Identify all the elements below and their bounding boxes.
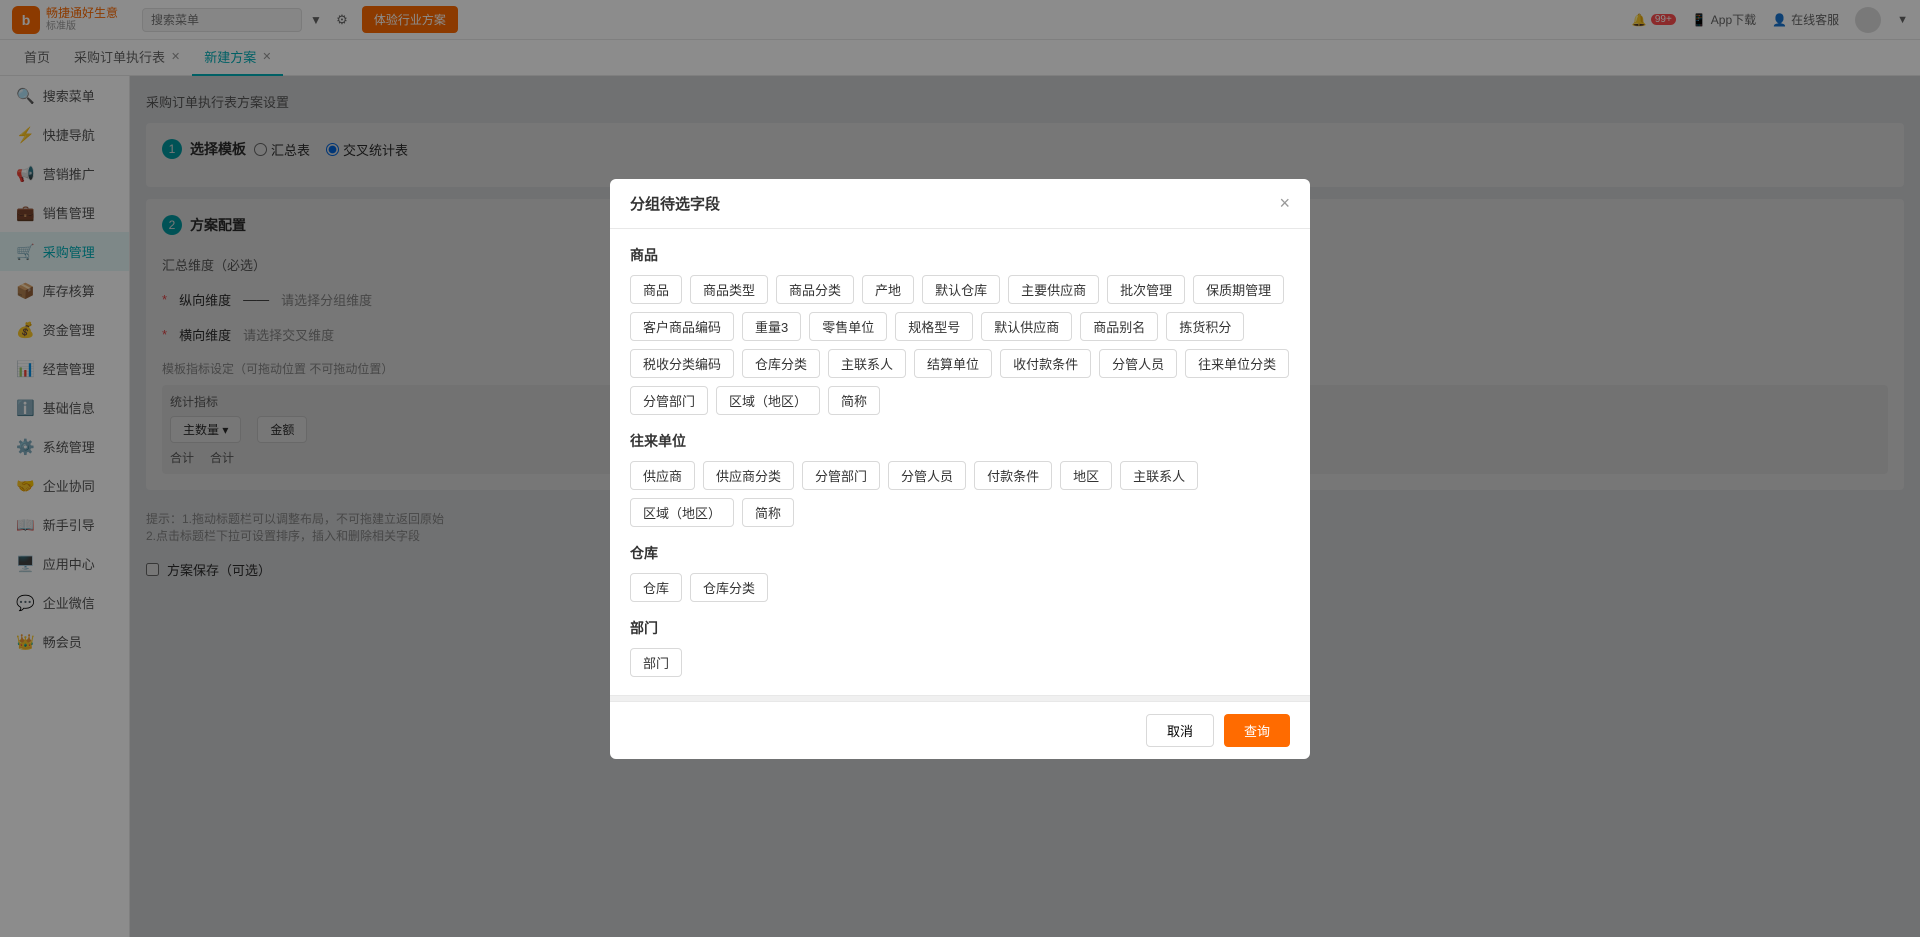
- field-group-product-title: 商品: [630, 245, 1290, 265]
- modal-close-button[interactable]: ×: [1279, 194, 1290, 212]
- field-tag-responsible-person[interactable]: 分管人员: [1099, 349, 1177, 378]
- field-group-department: 部门 部门: [630, 618, 1290, 677]
- field-tag-product-category[interactable]: 商品分类: [776, 275, 854, 304]
- field-tag-area-region[interactable]: 区域（地区）: [716, 386, 820, 415]
- field-tag-main-supplier[interactable]: 主要供应商: [1008, 275, 1099, 304]
- field-tag-wh[interactable]: 仓库: [630, 573, 682, 602]
- field-tag-default-warehouse[interactable]: 默认仓库: [922, 275, 1000, 304]
- field-tag-spec-model[interactable]: 规格型号: [895, 312, 973, 341]
- cancel-button[interactable]: 取消: [1146, 714, 1214, 747]
- modal-footer: 取消 查询: [610, 701, 1310, 759]
- field-tag-supplier[interactable]: 供应商: [630, 461, 695, 490]
- modal-body[interactable]: 商品 商品 商品类型 商品分类 产地 默认仓库 主要供应商 批次管理 保质期管理…: [610, 229, 1310, 695]
- field-tag-wh-category[interactable]: 仓库分类: [742, 349, 820, 378]
- field-tag-retail-unit[interactable]: 零售单位: [809, 312, 887, 341]
- field-tag-tax-code[interactable]: 税收分类编码: [630, 349, 734, 378]
- field-tag-short-name[interactable]: 简称: [828, 386, 880, 415]
- field-tag-main-contact[interactable]: 主联系人: [828, 349, 906, 378]
- field-tag-origin[interactable]: 产地: [862, 275, 914, 304]
- field-tag-product[interactable]: 商品: [630, 275, 682, 304]
- field-group-department-title: 部门: [630, 618, 1290, 638]
- field-tag-payment-terms[interactable]: 收付款条件: [1000, 349, 1091, 378]
- field-group-product: 商品 商品 商品类型 商品分类 产地 默认仓库 主要供应商 批次管理 保质期管理…: [630, 245, 1290, 415]
- field-tag-supplier-category[interactable]: 供应商分类: [703, 461, 794, 490]
- field-tag-wh-cat[interactable]: 仓库分类: [690, 573, 768, 602]
- modal-overlay: 分组待选字段 × 商品 商品 商品类型 商品分类 产地 默认仓库 主要供应商 批…: [0, 0, 1920, 937]
- field-tag-product-type[interactable]: 商品类型: [690, 275, 768, 304]
- confirm-button[interactable]: 查询: [1224, 714, 1290, 747]
- field-tag-payment-cond[interactable]: 付款条件: [974, 461, 1052, 490]
- field-group-partner-title: 往来单位: [630, 431, 1290, 451]
- modal-header: 分组待选字段 ×: [610, 179, 1310, 229]
- field-tags-warehouse: 仓库 仓库分类: [630, 573, 1290, 602]
- field-tag-default-supplier[interactable]: 默认供应商: [981, 312, 1072, 341]
- field-tags-partner: 供应商 供应商分类 分管部门 分管人员 付款条件 地区 主联系人 区域（地区） …: [630, 461, 1290, 527]
- field-group-partner: 往来单位 供应商 供应商分类 分管部门 分管人员 付款条件 地区 主联系人 区域…: [630, 431, 1290, 527]
- field-tag-settlement-unit[interactable]: 结算单位: [914, 349, 992, 378]
- field-tag-pick-points[interactable]: 拣货积分: [1166, 312, 1244, 341]
- field-tag-abbr[interactable]: 简称: [742, 498, 794, 527]
- field-tags-product: 商品 商品类型 商品分类 产地 默认仓库 主要供应商 批次管理 保质期管理 客户…: [630, 275, 1290, 415]
- field-tag-dept[interactable]: 分管部门: [802, 461, 880, 490]
- field-tag-responsible-dept[interactable]: 分管部门: [630, 386, 708, 415]
- field-tag-alias[interactable]: 商品别名: [1080, 312, 1158, 341]
- field-tag-weight3[interactable]: 重量3: [742, 312, 801, 341]
- field-tag-contact[interactable]: 主联系人: [1120, 461, 1198, 490]
- field-tag-area[interactable]: 区域（地区）: [630, 498, 734, 527]
- field-group-warehouse: 仓库 仓库 仓库分类: [630, 543, 1290, 602]
- field-tag-person[interactable]: 分管人员: [888, 461, 966, 490]
- field-tag-department[interactable]: 部门: [630, 648, 682, 677]
- field-group-warehouse-title: 仓库: [630, 543, 1290, 563]
- field-tag-shelf-life[interactable]: 保质期管理: [1193, 275, 1284, 304]
- field-tag-region[interactable]: 地区: [1060, 461, 1112, 490]
- field-tag-partner-category[interactable]: 往来单位分类: [1185, 349, 1289, 378]
- field-tag-batch-mgmt[interactable]: 批次管理: [1107, 275, 1185, 304]
- field-tag-customer-code[interactable]: 客户商品编码: [630, 312, 734, 341]
- modal-title: 分组待选字段: [630, 193, 720, 214]
- field-tags-department: 部门: [630, 648, 1290, 677]
- modal: 分组待选字段 × 商品 商品 商品类型 商品分类 产地 默认仓库 主要供应商 批…: [610, 179, 1310, 759]
